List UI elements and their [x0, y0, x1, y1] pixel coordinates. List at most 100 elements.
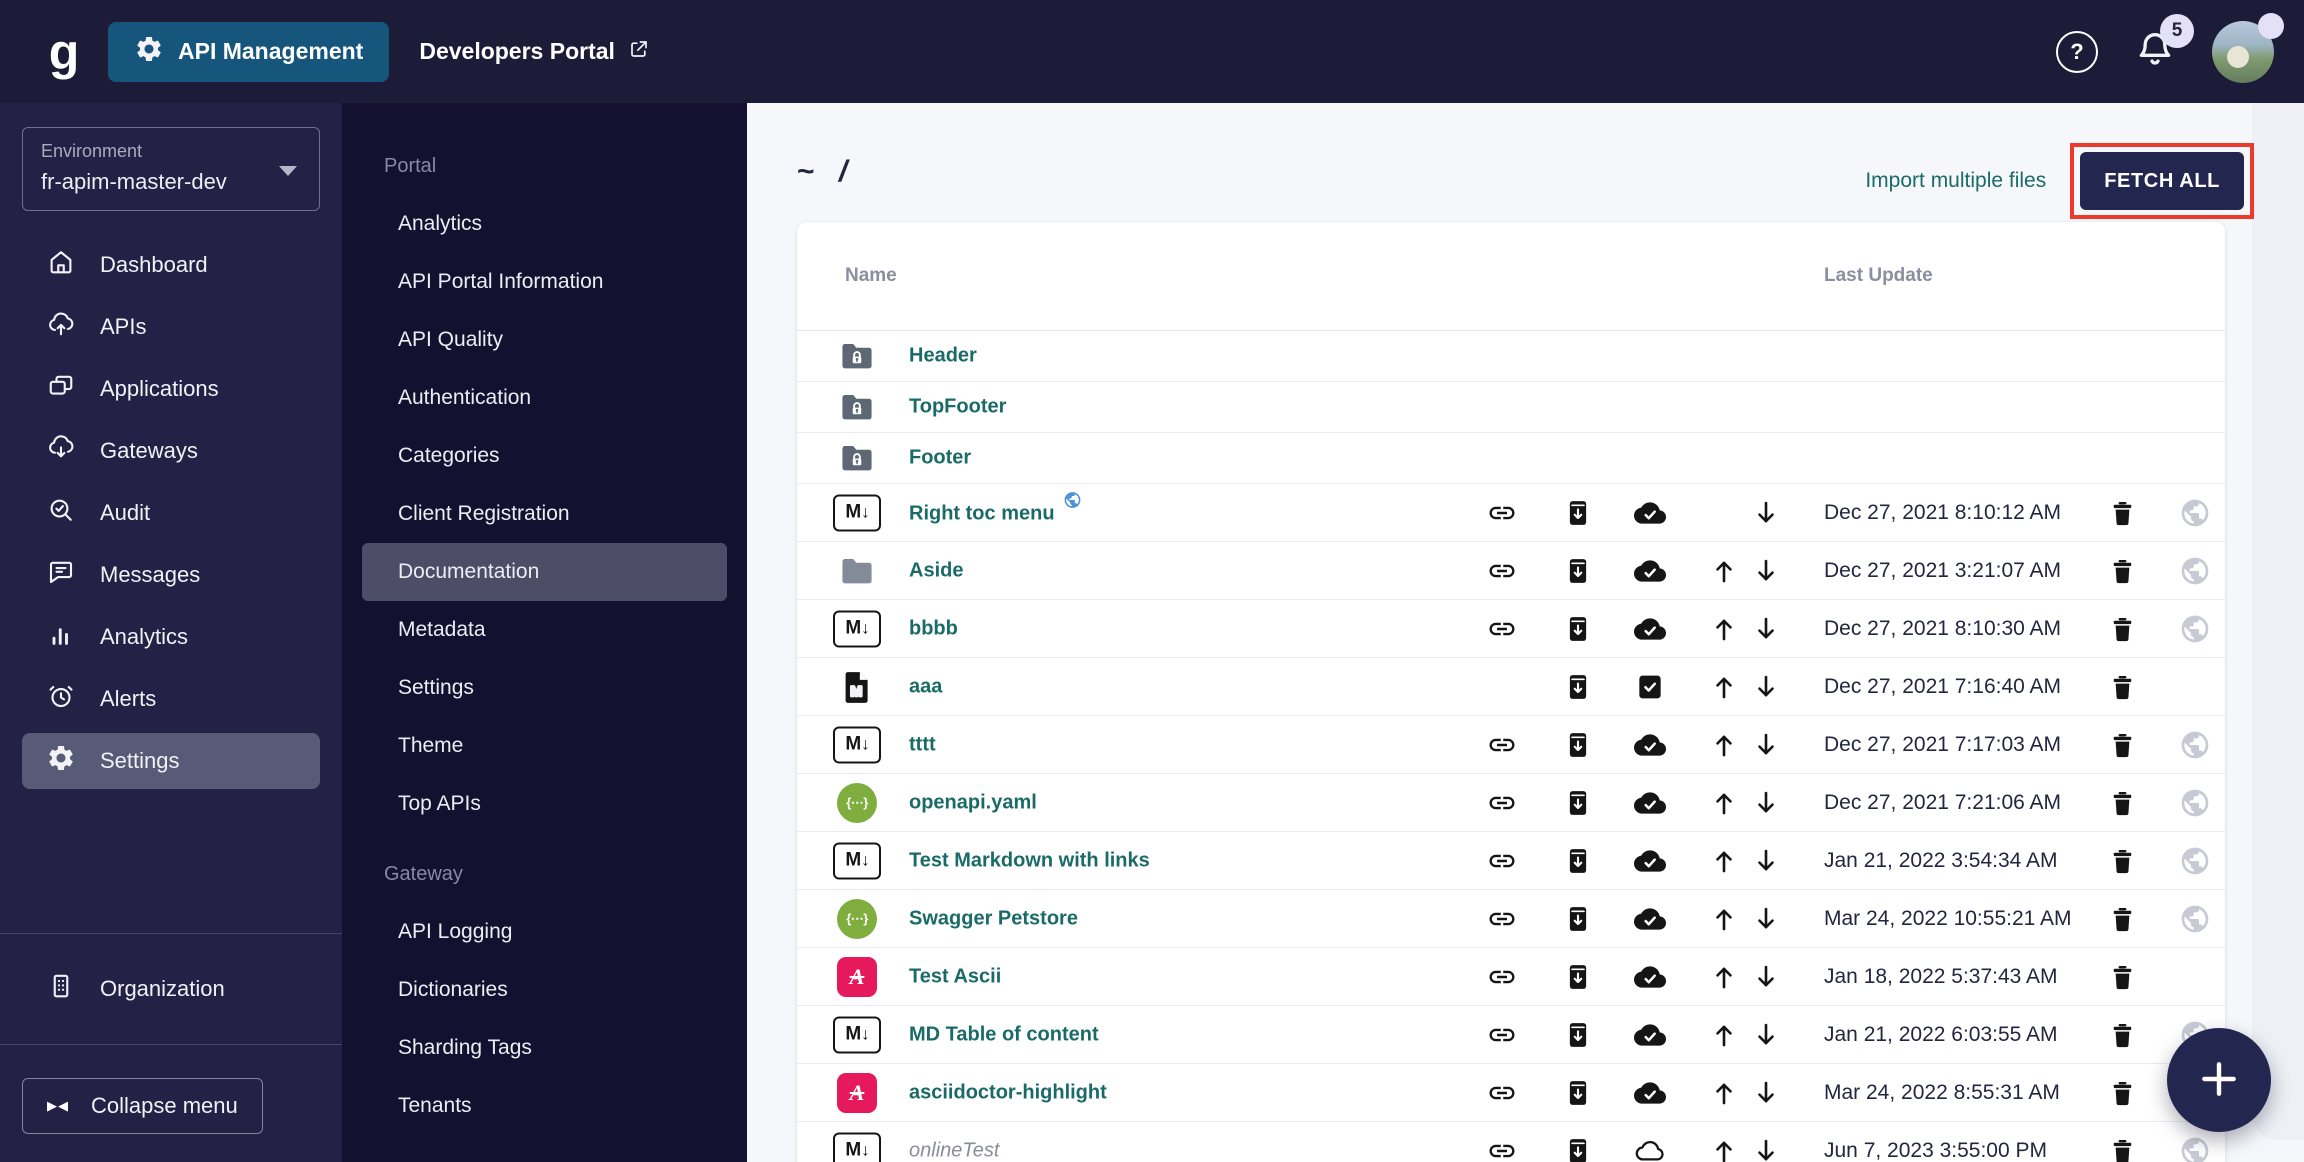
fetch-all-button[interactable]: FETCH ALL [2080, 152, 2244, 210]
delete-icon[interactable] [2107, 1019, 2138, 1051]
sidebar-item-settings[interactable]: Settings [22, 733, 320, 789]
move-down-icon[interactable] [1751, 671, 1781, 703]
tab-analytics[interactable]: Analytics [362, 195, 727, 253]
save-page-icon[interactable] [1563, 1135, 1593, 1162]
cloud-check-icon[interactable] [1633, 903, 1667, 935]
environment-select[interactable]: Environment fr-apim-master-dev [22, 127, 320, 211]
move-down-icon[interactable] [1751, 613, 1781, 645]
sidebar-item-organization[interactable]: Organization [22, 961, 320, 1017]
sidebar-item-audit[interactable]: Audit [22, 485, 320, 541]
move-down-icon[interactable] [1751, 729, 1781, 761]
document-name-link[interactable]: Right toc menu [909, 500, 1082, 525]
help-icon[interactable]: ? [2056, 31, 2098, 73]
move-down-icon[interactable] [1751, 845, 1781, 877]
delete-icon[interactable] [2107, 613, 2138, 645]
move-down-icon[interactable] [1751, 1135, 1781, 1162]
save-page-icon[interactable] [1563, 671, 1593, 703]
check-square-icon[interactable] [1633, 671, 1667, 703]
sidebar-item-gateways[interactable]: Gateways [22, 423, 320, 479]
delete-icon[interactable] [2107, 903, 2138, 935]
api-management-button[interactable]: API Management [108, 22, 389, 82]
add-page-fab[interactable] [2167, 1028, 2271, 1132]
document-name-link[interactable]: MD Table of content [909, 1023, 1099, 1046]
save-page-icon[interactable] [1563, 613, 1593, 645]
tab-top-apis[interactable]: Top APIs [362, 775, 727, 833]
tab-client-registration[interactable]: Client Registration [362, 485, 727, 543]
page-link-icon[interactable] [1485, 730, 1519, 760]
delete-icon[interactable] [2107, 729, 2138, 761]
document-name-link[interactable]: Aside [909, 559, 963, 582]
move-down-icon[interactable] [1751, 1019, 1781, 1051]
move-up-icon[interactable] [1709, 1135, 1739, 1162]
move-down-icon[interactable] [1751, 555, 1781, 587]
move-up-icon[interactable] [1709, 1019, 1739, 1051]
delete-icon[interactable] [2107, 845, 2138, 877]
move-up-icon[interactable] [1709, 671, 1739, 703]
developers-portal-link[interactable]: Developers Portal [419, 37, 651, 67]
delete-icon[interactable] [2107, 497, 2138, 529]
move-down-icon[interactable] [1751, 497, 1781, 529]
breadcrumb-home[interactable]: ~ [797, 155, 815, 188]
delete-icon[interactable] [2107, 1077, 2138, 1109]
page-link-icon[interactable] [1485, 1020, 1519, 1050]
page-link-icon[interactable] [1485, 614, 1519, 644]
sidebar-item-applications[interactable]: Applications [22, 361, 320, 417]
move-up-icon[interactable] [1709, 903, 1739, 935]
sidebar-item-dashboard[interactable]: Dashboard [22, 237, 320, 293]
cloud-outline-icon[interactable] [1633, 1135, 1667, 1162]
delete-icon[interactable] [2107, 1135, 2138, 1162]
move-down-icon[interactable] [1751, 787, 1781, 819]
tab-settings[interactable]: Settings [362, 659, 727, 717]
tab-theme[interactable]: Theme [362, 717, 727, 775]
move-up-icon[interactable] [1709, 613, 1739, 645]
delete-icon[interactable] [2107, 961, 2138, 993]
move-down-icon[interactable] [1751, 1077, 1781, 1109]
document-name-link[interactable]: Swagger Petstore [909, 907, 1078, 930]
move-up-icon[interactable] [1709, 729, 1739, 761]
move-up-icon[interactable] [1709, 555, 1739, 587]
collapse-menu-button[interactable]: ▶◀ Collapse menu [22, 1078, 263, 1134]
document-name-link[interactable]: Test Ascii [909, 965, 1001, 988]
page-link-icon[interactable] [1485, 904, 1519, 934]
notifications-button[interactable]: 5 [2134, 28, 2176, 75]
sidebar-item-messages[interactable]: Messages [22, 547, 320, 603]
save-page-icon[interactable] [1563, 961, 1593, 993]
document-name-link[interactable]: TopFooter [909, 396, 1006, 419]
document-name-link[interactable]: bbbb [909, 617, 958, 640]
cloud-check-icon[interactable] [1633, 1077, 1667, 1109]
save-page-icon[interactable] [1563, 729, 1593, 761]
save-page-icon[interactable] [1563, 555, 1593, 587]
tab-metadata[interactable]: Metadata [362, 601, 727, 659]
save-page-icon[interactable] [1563, 903, 1593, 935]
sidebar-item-analytics[interactable]: Analytics [22, 609, 320, 665]
sidebar-item-apis[interactable]: APIs [22, 299, 320, 355]
document-name-link[interactable]: Footer [909, 447, 971, 470]
tab-api-quality[interactable]: API Quality [362, 311, 727, 369]
sidebar-item-alerts[interactable]: Alerts [22, 671, 320, 727]
delete-icon[interactable] [2107, 787, 2138, 819]
tab-authentication[interactable]: Authentication [362, 369, 727, 427]
delete-icon[interactable] [2107, 671, 2138, 703]
save-page-icon[interactable] [1563, 1019, 1593, 1051]
cloud-check-icon[interactable] [1633, 497, 1667, 529]
cloud-check-icon[interactable] [1633, 613, 1667, 645]
page-link-icon[interactable] [1485, 556, 1519, 586]
tab-api-logging[interactable]: API Logging [362, 903, 727, 961]
gravitee-logo[interactable]: g [36, 27, 92, 77]
page-link-icon[interactable] [1485, 498, 1519, 528]
page-link-icon[interactable] [1485, 962, 1519, 992]
move-down-icon[interactable] [1751, 903, 1781, 935]
save-page-icon[interactable] [1563, 497, 1593, 529]
delete-icon[interactable] [2107, 555, 2138, 587]
cloud-check-icon[interactable] [1633, 555, 1667, 587]
cloud-check-icon[interactable] [1633, 1019, 1667, 1051]
import-multiple-files-link[interactable]: Import multiple files [1865, 169, 2046, 193]
move-up-icon[interactable] [1709, 961, 1739, 993]
page-link-icon[interactable] [1485, 1078, 1519, 1108]
document-name-link[interactable]: aaa [909, 675, 942, 698]
document-name-link[interactable]: openapi.yaml [909, 791, 1037, 814]
document-name-link[interactable]: Header [909, 345, 977, 368]
user-menu[interactable] [2212, 21, 2274, 83]
tab-dictionaries[interactable]: Dictionaries [362, 961, 727, 1019]
cloud-check-icon[interactable] [1633, 845, 1667, 877]
